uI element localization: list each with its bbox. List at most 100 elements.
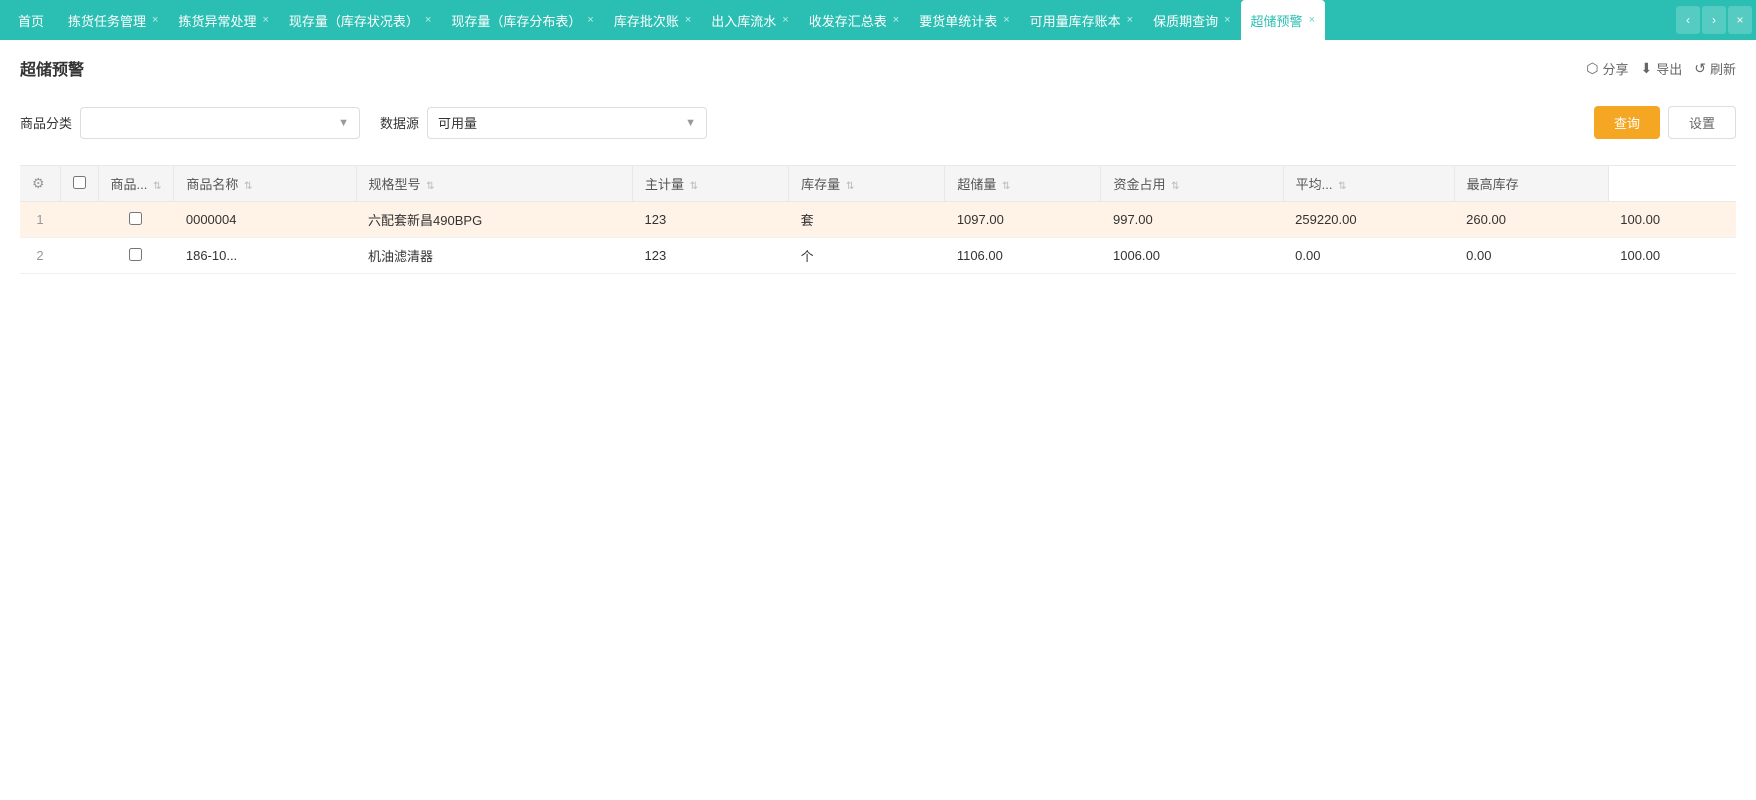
row-select-0[interactable] [129, 212, 142, 225]
row-checkbox-0[interactable] [98, 202, 174, 238]
sort-icon-capital: ⇅ [1171, 181, 1179, 192]
category-select[interactable]: ▼ [80, 107, 360, 139]
nav-next-btn[interactable]: › [1702, 6, 1726, 34]
cell-spec-1: 123 [633, 238, 789, 274]
th-capital[interactable]: 资金占用 ⇅ [1101, 166, 1283, 202]
datasource-label: 数据源 [380, 113, 419, 132]
cell-stock-0: 1097.00 [945, 202, 1101, 238]
main-content: 超储预警 ⬡ 分享 ⬇ 导出 ↺ 刷新 商品分类 ▼ 数据源 [0, 40, 1756, 800]
close-tab-11[interactable]: × [1309, 14, 1315, 26]
cell-unit-0: 套 [789, 202, 945, 238]
cell-max-stock-1: 100.00 [1608, 238, 1736, 274]
row-select-1[interactable] [129, 248, 142, 261]
th-product-name[interactable]: 商品名称 ⇅ [174, 166, 356, 202]
cell-capital-1: 0.00 [1283, 238, 1454, 274]
th-gear[interactable]: ⚙ [20, 166, 60, 202]
th-stock[interactable]: 库存量 ⇅ [789, 166, 945, 202]
nav-prev-btn[interactable]: ‹ [1676, 6, 1700, 34]
sort-icon-name: ⇅ [244, 181, 252, 192]
sort-icon-code: ⇅ [153, 181, 161, 192]
cell-avg-1: 0.00 [1454, 238, 1608, 274]
nav-tab-7[interactable]: 收发存汇总表 × [799, 0, 909, 40]
th-avg[interactable]: 平均... ⇅ [1283, 166, 1454, 202]
datasource-select[interactable]: 可用量 ▼ [427, 107, 707, 139]
close-tab-6[interactable]: × [782, 14, 788, 26]
nav-tab-4[interactable]: 现存量（库存分布表） × [441, 0, 603, 40]
th-product-code[interactable]: 商品... ⇅ [98, 166, 174, 202]
header-actions: ⬡ 分享 ⬇ 导出 ↺ 刷新 [1586, 59, 1736, 78]
row-gear-0 [60, 202, 98, 238]
category-filter-group: 商品分类 ▼ [20, 107, 360, 139]
setting-button[interactable]: 设置 [1668, 106, 1736, 139]
category-label: 商品分类 [20, 113, 72, 132]
close-tab-9[interactable]: × [1127, 14, 1133, 26]
data-table: ⚙ 商品... ⇅ 商品名称 ⇅ 规格型号 ⇅ 主计量 [20, 165, 1736, 274]
table-row[interactable]: 2 186-10... 机油滤清器 123 个 1106.00 1006.00 … [20, 238, 1736, 274]
sort-icon-spec: ⇅ [426, 181, 434, 192]
nav-close-btn[interactable]: × [1728, 6, 1752, 34]
row-gear-1 [60, 238, 98, 274]
sort-icon-avg: ⇅ [1338, 181, 1346, 192]
close-tab-2[interactable]: × [262, 14, 268, 26]
table-header-row: ⚙ 商品... ⇅ 商品名称 ⇅ 规格型号 ⇅ 主计量 [20, 166, 1736, 202]
th-unit[interactable]: 主计量 ⇅ [633, 166, 789, 202]
close-tab-4[interactable]: × [587, 14, 593, 26]
nav-tab-6[interactable]: 出入库流水 × [701, 0, 798, 40]
page-header: 超储预警 ⬡ 分享 ⬇ 导出 ↺ 刷新 [20, 56, 1736, 80]
nav-arrows: ‹ › × [1676, 6, 1752, 34]
close-tab-7[interactable]: × [893, 14, 899, 26]
close-tab-10[interactable]: × [1224, 14, 1230, 26]
sort-icon-over-stock: ⇅ [1002, 181, 1010, 192]
nav-tab-2[interactable]: 拣货异常处理 × [168, 0, 278, 40]
row-num-1: 2 [20, 238, 60, 274]
nav-tab-1[interactable]: 拣货任务管理 × [58, 0, 168, 40]
cell-over-stock-1: 1006.00 [1101, 238, 1283, 274]
cell-product-code-1: 186-10... [174, 238, 356, 274]
select-all-checkbox[interactable] [73, 176, 86, 189]
category-dropdown-arrow: ▼ [338, 117, 349, 129]
cell-capital-0: 259220.00 [1283, 202, 1454, 238]
th-max-stock[interactable]: 最高库存 [1454, 166, 1608, 202]
filter-actions: 查询 设置 [1594, 106, 1736, 139]
export-button[interactable]: ⬇ 导出 [1641, 59, 1683, 78]
export-icon: ⬇ [1641, 60, 1653, 77]
datasource-filter-group: 数据源 可用量 ▼ [380, 107, 707, 139]
refresh-button[interactable]: ↺ 刷新 [1694, 59, 1736, 78]
nav-tab-3[interactable]: 现存量（库存状况表） × [279, 0, 441, 40]
table-row[interactable]: 1 0000004 六配套新昌490BPG 123 套 1097.00 997.… [20, 202, 1736, 238]
close-tab-1[interactable]: × [152, 14, 158, 26]
filter-row: 商品分类 ▼ 数据源 可用量 ▼ 查询 设置 [20, 96, 1736, 149]
datasource-dropdown-arrow: ▼ [685, 117, 696, 129]
th-over-stock[interactable]: 超储量 ⇅ [945, 166, 1101, 202]
cell-max-stock-0: 100.00 [1608, 202, 1736, 238]
th-checkbox[interactable] [60, 166, 98, 202]
share-icon: ⬡ [1586, 60, 1598, 77]
sort-icon-unit: ⇅ [690, 181, 698, 192]
row-checkbox-1[interactable] [98, 238, 174, 274]
nav-tab-10[interactable]: 保质期查询 × [1143, 0, 1240, 40]
nav-tab-9[interactable]: 可用量库存账本 × [1020, 0, 1143, 40]
nav-home[interactable]: 首页 [4, 0, 58, 40]
query-button[interactable]: 查询 [1594, 106, 1660, 139]
page-title: 超储预警 [20, 56, 84, 80]
cell-stock-1: 1106.00 [945, 238, 1101, 274]
close-tab-3[interactable]: × [425, 14, 431, 26]
cell-product-name-1: 机油滤清器 [356, 238, 632, 274]
nav-tab-5[interactable]: 库存批次账 × [604, 0, 701, 40]
cell-over-stock-0: 997.00 [1101, 202, 1283, 238]
nav-tab-8[interactable]: 要货单统计表 × [909, 0, 1019, 40]
cell-spec-0: 123 [633, 202, 789, 238]
sort-icon-stock: ⇅ [846, 181, 854, 192]
th-spec[interactable]: 规格型号 ⇅ [356, 166, 632, 202]
refresh-icon: ↺ [1694, 60, 1706, 77]
cell-unit-1: 个 [789, 238, 945, 274]
top-nav: 首页 拣货任务管理 × 拣货异常处理 × 现存量（库存状况表） × 现存量（库存… [0, 0, 1756, 40]
row-num-0: 1 [20, 202, 60, 238]
close-tab-8[interactable]: × [1003, 14, 1009, 26]
nav-tab-11[interactable]: 超储预警 × [1241, 0, 1325, 40]
close-tab-5[interactable]: × [685, 14, 691, 26]
gear-icon[interactable]: ⚙ [32, 175, 45, 191]
cell-product-code-0: 0000004 [174, 202, 356, 238]
cell-avg-0: 260.00 [1454, 202, 1608, 238]
share-button[interactable]: ⬡ 分享 [1586, 59, 1628, 78]
